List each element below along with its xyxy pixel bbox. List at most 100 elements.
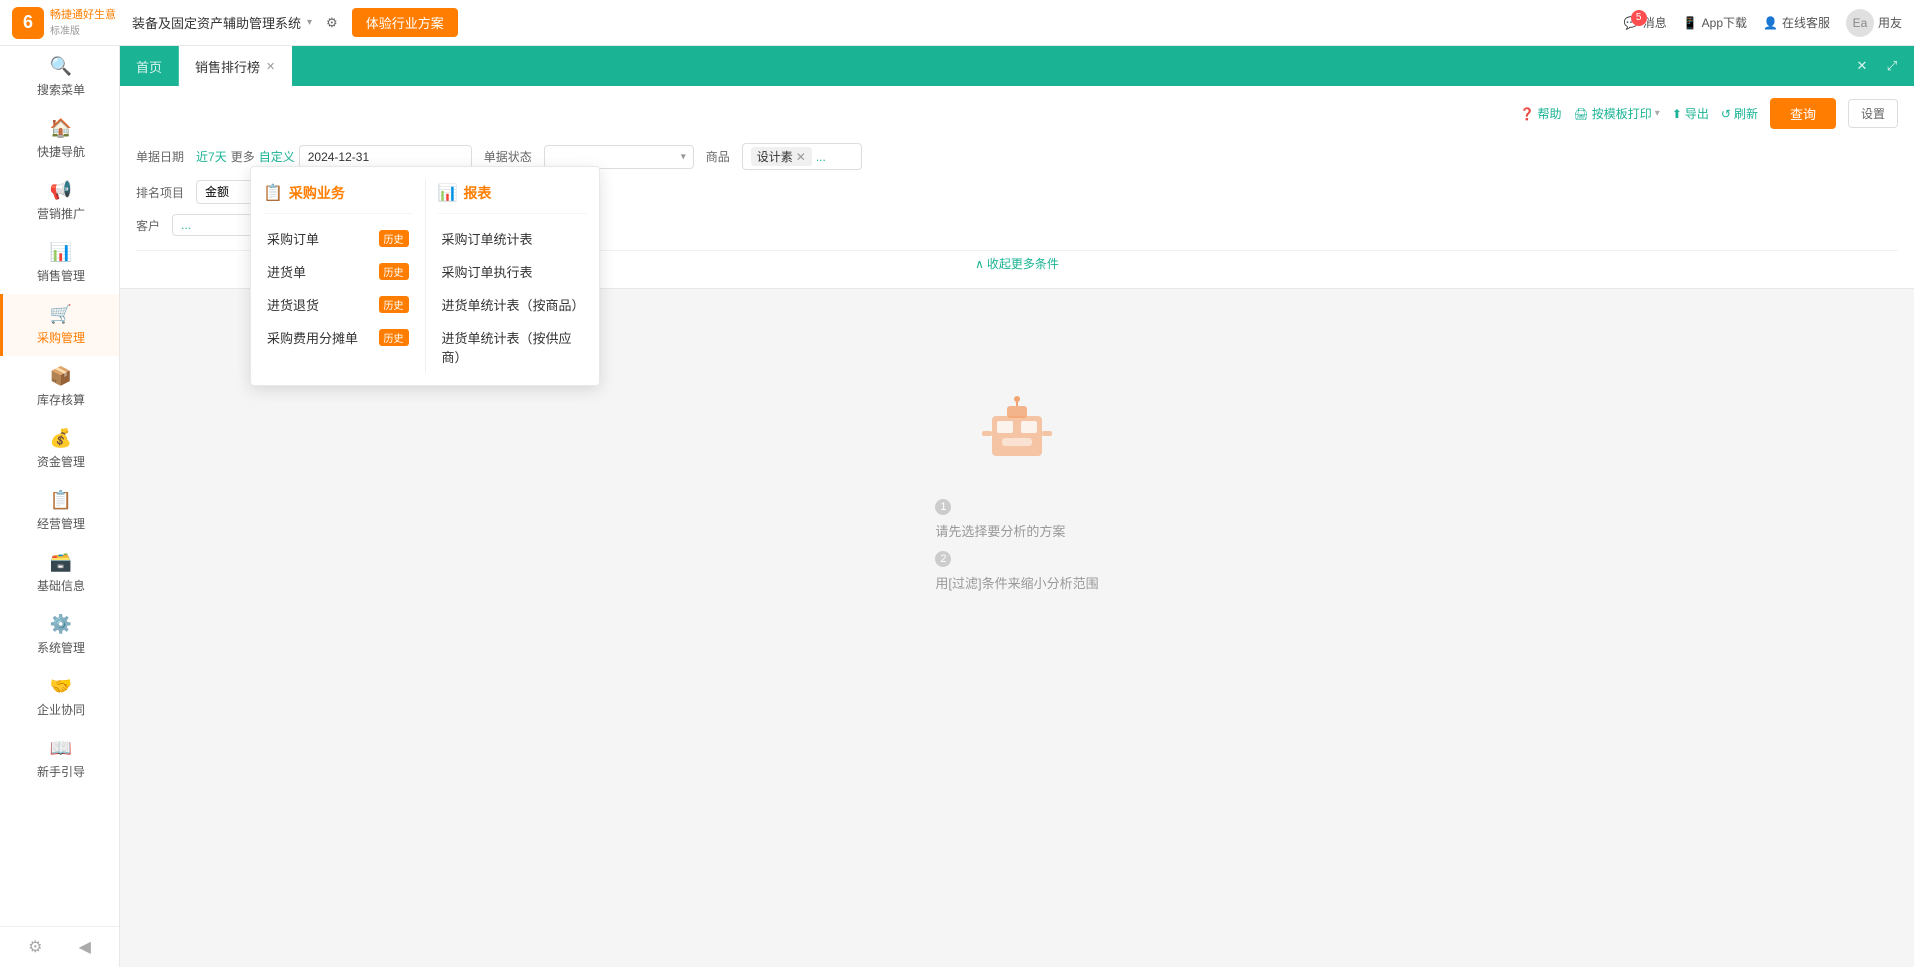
- sidebar-label-quicknav: 快捷导航: [37, 143, 85, 160]
- sales-icon: 📊: [50, 242, 72, 263]
- page-content: ❓ 帮助 🖨 按模板打印 ▾ ⬆ 导出 ↺: [120, 86, 1914, 967]
- marketing-icon: 📢: [50, 180, 72, 201]
- status-select-wrap: [544, 145, 694, 169]
- customer-more-link[interactable]: ...: [181, 218, 191, 232]
- dropdown-item-incoming-supplier-stats[interactable]: 进货单统计表（按供应商）: [438, 321, 588, 373]
- dropdown-item-order-stats[interactable]: 采购订单统计表: [438, 222, 588, 255]
- refresh-link[interactable]: ↺ 刷新: [1721, 105, 1758, 122]
- help-link[interactable]: ❓ 帮助: [1520, 105, 1562, 122]
- user-item[interactable]: Ea 用友: [1846, 9, 1902, 37]
- export-icon: ⬆: [1672, 107, 1682, 121]
- status-label: 单据状态: [484, 148, 532, 165]
- sidebar-item-finance[interactable]: 💰 资金管理: [0, 418, 119, 480]
- search-icon: 🔍: [50, 56, 72, 77]
- collapse-button[interactable]: ∧ 收起更多条件: [975, 255, 1059, 272]
- sidebar-settings-icon[interactable]: ⚙: [28, 937, 42, 957]
- export-link[interactable]: ⬆ 导出: [1672, 105, 1709, 122]
- sidebar-item-quicknav[interactable]: 🏠 快捷导航: [0, 108, 119, 170]
- app-download-icon: 📱: [1683, 16, 1698, 30]
- top-header: 6 畅捷通好生意 标准版 装备及固定资产辅助管理系统 ▾ ⚙ 体验行业方案 💬 …: [0, 0, 1914, 46]
- date-end-input[interactable]: [299, 145, 472, 169]
- report-col-icon: 📊: [438, 183, 458, 203]
- customer-label: 客户: [136, 217, 160, 234]
- date-shortcut-7days[interactable]: 近7天: [196, 148, 227, 165]
- sidebar-item-stock[interactable]: 📦 库存核算: [0, 356, 119, 418]
- rank-label: 排名项目: [136, 184, 184, 201]
- dropdown-item-cost[interactable]: 采购费用分摊单 历史: [263, 321, 413, 354]
- date-shortcut-custom[interactable]: 自定义: [259, 148, 295, 165]
- sidebar-item-basicinfo[interactable]: 🗃️ 基础信息: [0, 542, 119, 604]
- dropdown-item-incoming-goods-stats[interactable]: 进货单统计表（按商品）: [438, 288, 588, 321]
- date-label: 单据日期: [136, 148, 184, 165]
- system-dropdown-icon[interactable]: ▾: [307, 17, 312, 28]
- message-item[interactable]: 💬 5 消息: [1624, 14, 1667, 31]
- sidebar-label-stock: 库存核算: [37, 391, 85, 408]
- dropdown-item-return[interactable]: 进货退货 历史: [263, 288, 413, 321]
- empty-illustration: [967, 381, 1067, 481]
- help-icon: ❓: [1520, 107, 1535, 121]
- message-badge: 5: [1631, 10, 1647, 26]
- purchase-col: 📋 采购业务 采购订单 历史 进货单 历史 进货退货 历史: [251, 179, 425, 373]
- purchase-col-icon: 📋: [263, 183, 283, 203]
- goods-tag-close[interactable]: ✕: [796, 150, 806, 164]
- collapse-icon: ∧: [975, 257, 984, 271]
- sidebar-label-purchase: 采购管理: [37, 329, 85, 346]
- industry-btn[interactable]: 体验行业方案: [352, 8, 458, 37]
- sidebar-label-finance: 资金管理: [37, 453, 85, 470]
- sidebar-item-enterprise[interactable]: 🤝 企业协同: [0, 666, 119, 728]
- stock-icon: 📦: [50, 366, 72, 387]
- app-download-item[interactable]: 📱 App下载: [1683, 14, 1747, 31]
- filter-actions: ❓ 帮助 🖨 按模板打印 ▾ ⬆ 导出 ↺: [1520, 98, 1898, 129]
- dropdown-item-incoming[interactable]: 进货单 历史: [263, 255, 413, 288]
- query-button[interactable]: 查询: [1770, 98, 1836, 129]
- sidebar-collapse-icon[interactable]: ◀: [79, 937, 91, 957]
- purchase-icon: 🛒: [50, 304, 72, 325]
- basicinfo-icon: 🗃️: [50, 552, 72, 573]
- tab-expand-icon[interactable]: ⤢: [1878, 52, 1906, 80]
- tab-close-all-icon[interactable]: ✕: [1848, 52, 1876, 80]
- filter-toolbar: ❓ 帮助 🖨 按模板打印 ▾ ⬆ 导出 ↺: [136, 98, 1898, 129]
- sidebar: 🔍 搜索菜单 🏠 快捷导航 📢 营销推广 📊 销售管理 🛒 采购管理 📦 库存核…: [0, 46, 120, 967]
- sidebar-label-basicinfo: 基础信息: [37, 577, 85, 594]
- message-icon-wrap: 💬 5: [1624, 16, 1639, 30]
- report-col-title: 📊 报表: [438, 179, 588, 214]
- system-icon: ⚙️: [50, 614, 72, 635]
- purchase-col-title: 📋 采购业务: [263, 179, 413, 214]
- date-range: 近7天 更多 自定义: [196, 145, 472, 169]
- header-right: 💬 5 消息 📱 App下载 👤 在线客服 Ea 用友: [1624, 9, 1902, 37]
- tab-sales-rank[interactable]: 销售排行榜 ✕: [179, 46, 292, 86]
- sidebar-item-search[interactable]: 🔍 搜索菜单: [0, 46, 119, 108]
- sidebar-item-marketing[interactable]: 📢 营销推广: [0, 170, 119, 232]
- date-shortcut-more[interactable]: 更多: [231, 148, 255, 165]
- tab-home[interactable]: 首页: [120, 46, 179, 86]
- sidebar-item-guide[interactable]: 📖 新手引导: [0, 728, 119, 790]
- system-settings-icon[interactable]: ⚙: [326, 15, 338, 31]
- sidebar-item-operations[interactable]: 📋 经营管理: [0, 480, 119, 542]
- settings-button[interactable]: 设置: [1848, 99, 1898, 128]
- online-service-item[interactable]: 👤 在线客服: [1763, 14, 1830, 31]
- tab-sales-rank-label: 销售排行榜: [195, 57, 260, 76]
- tab-close-icon[interactable]: ✕: [266, 60, 275, 73]
- app-logo-icon: 6: [12, 7, 44, 39]
- print-link[interactable]: 🖨 按模板打印 ▾: [1574, 105, 1660, 122]
- finance-icon: 💰: [50, 428, 72, 449]
- purchase-dropdown-menu: 📋 采购业务 采购订单 历史 进货单 历史 进货退货 历史: [250, 166, 600, 386]
- goods-label: 商品: [706, 148, 730, 165]
- sidebar-label-enterprise: 企业协同: [37, 701, 85, 718]
- online-service-label: 在线客服: [1782, 14, 1830, 31]
- status-select[interactable]: [544, 145, 694, 169]
- app-name: 畅捷通好生意: [50, 8, 116, 22]
- sidebar-item-sales[interactable]: 📊 销售管理: [0, 232, 119, 294]
- logo-area: 6 畅捷通好生意 标准版: [12, 7, 132, 39]
- dropdown-item-purchase-order[interactable]: 采购订单 历史: [263, 222, 413, 255]
- empty-description: 1 请先选择要分析的方案 2 用[过滤]条件来缩小分析范围: [935, 493, 1098, 597]
- user-avatar: Ea: [1846, 9, 1874, 37]
- goods-more-link[interactable]: ...: [816, 150, 826, 164]
- goods-tag: 设计素 ✕: [751, 147, 812, 166]
- app-version: 标准版: [50, 22, 116, 37]
- sidebar-item-system[interactable]: ⚙️ 系统管理: [0, 604, 119, 666]
- dropdown-item-order-exec[interactable]: 采购订单执行表: [438, 255, 588, 288]
- sidebar-item-purchase[interactable]: 🛒 采购管理: [0, 294, 119, 356]
- refresh-icon: ↺: [1721, 107, 1731, 121]
- goods-input[interactable]: 设计素 ✕ ...: [742, 143, 862, 170]
